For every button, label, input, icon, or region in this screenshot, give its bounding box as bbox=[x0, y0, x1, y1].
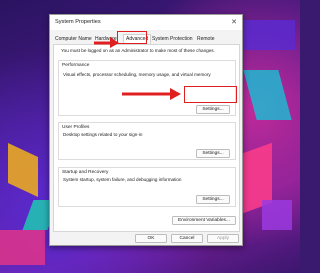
advanced-tab-highlight bbox=[117, 31, 147, 44]
performance-settings-button[interactable]: Settings... bbox=[196, 105, 230, 114]
ok-button[interactable]: OK bbox=[135, 234, 167, 243]
wallpaper-shard bbox=[243, 70, 292, 120]
user-profiles-title: User Profiles bbox=[62, 125, 90, 130]
window-title: System Properties bbox=[55, 19, 101, 25]
startup-recovery-title: Startup and Recovery bbox=[62, 170, 109, 175]
performance-title: Performance bbox=[62, 63, 90, 68]
settings-button-highlight bbox=[184, 86, 237, 103]
window-titlebar: System Properties ✕ bbox=[50, 15, 242, 30]
advanced-panel: You must be logged on as an Administrato… bbox=[53, 44, 240, 232]
apply-button[interactable]: Apply bbox=[207, 234, 239, 243]
close-icon[interactable]: ✕ bbox=[231, 18, 237, 26]
startup-recovery-desc: System startup, system failure, and debu… bbox=[63, 177, 182, 182]
tab-remote[interactable]: Remote bbox=[197, 36, 215, 42]
user-profiles-desc: Desktop settings related to your sign-in bbox=[63, 132, 143, 137]
system-properties-window: System Properties ✕ Computer Name Hardwa… bbox=[49, 14, 243, 246]
startup-recovery-group: Startup and Recovery System startup, sys… bbox=[58, 167, 236, 207]
tab-system-protection[interactable]: System Protection bbox=[152, 36, 193, 42]
arrow-to-settings-icon bbox=[122, 88, 181, 100]
wallpaper-shard bbox=[0, 230, 45, 265]
cancel-button[interactable]: Cancel bbox=[171, 234, 203, 243]
user-profiles-settings-button[interactable]: Settings... bbox=[196, 149, 230, 158]
wallpaper-shard bbox=[8, 143, 38, 197]
environment-variables-button[interactable]: Environment Variables... bbox=[172, 216, 236, 225]
admin-notice: You must be logged on as an Administrato… bbox=[61, 48, 215, 53]
user-profiles-group: User Profiles Desktop settings related t… bbox=[58, 122, 236, 160]
arrow-to-advanced-tab-icon bbox=[94, 37, 119, 48]
wallpaper-shard bbox=[240, 20, 295, 50]
startup-settings-button[interactable]: Settings... bbox=[196, 195, 230, 204]
performance-desc: Visual effects, processor scheduling, me… bbox=[63, 72, 211, 77]
tab-computer-name[interactable]: Computer Name bbox=[55, 36, 92, 42]
tab-strip: Computer Name Hardware Advanced System P… bbox=[53, 34, 241, 45]
wallpaper-shard bbox=[262, 200, 292, 230]
